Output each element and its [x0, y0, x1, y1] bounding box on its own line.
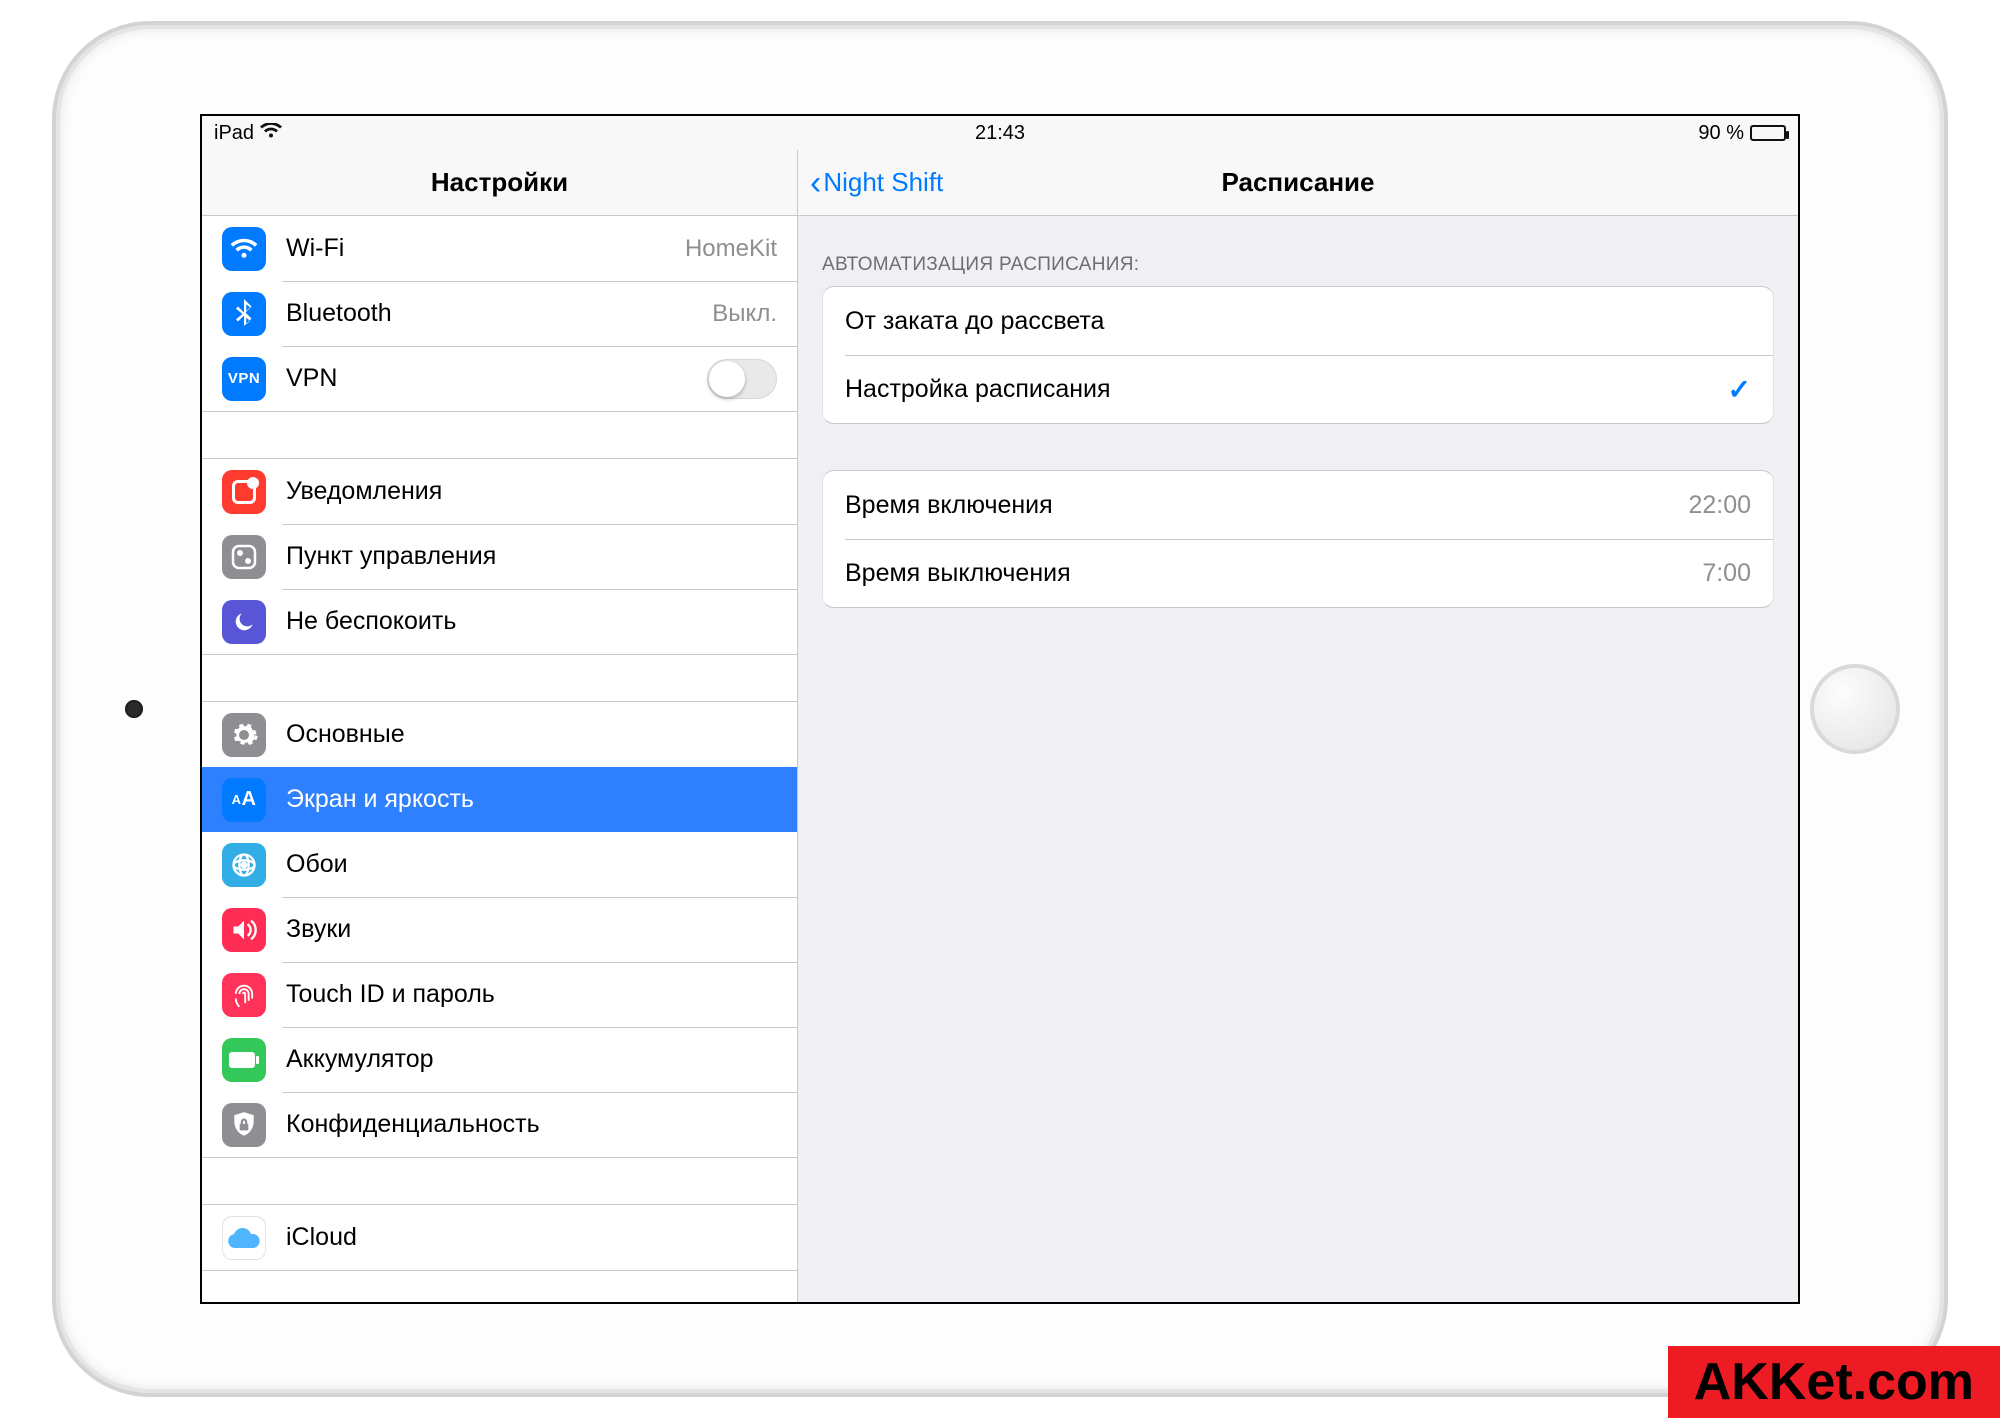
- bluetooth-icon: [222, 292, 266, 336]
- row-value: 22:00: [1688, 491, 1751, 520]
- sidebar-item-value: HomeKit: [685, 235, 777, 263]
- sidebar-item-control-center[interactable]: Пункт управления: [202, 524, 797, 589]
- sidebar-item-general[interactable]: Основные: [202, 702, 797, 767]
- sidebar-item-notifications[interactable]: Уведомления: [202, 459, 797, 524]
- sidebar-item-wifi[interactable]: Wi-Fi HomeKit: [202, 216, 797, 281]
- sidebar-item-icloud[interactable]: iCloud: [202, 1205, 797, 1270]
- chevron-left-icon: ‹: [810, 166, 821, 200]
- sidebar-item-wallpaper[interactable]: Обои: [202, 832, 797, 897]
- battery-icon: [222, 1038, 266, 1082]
- gear-icon: [222, 713, 266, 757]
- sidebar-item-bluetooth[interactable]: Bluetooth Выкл.: [202, 281, 797, 346]
- row-label: Время включения: [845, 491, 1053, 520]
- home-button[interactable]: [1810, 664, 1900, 754]
- section-header-automation: АВТОМАТИЗАЦИЯ РАСПИСАНИЯ:: [798, 216, 1798, 286]
- status-time: 21:43: [975, 122, 1025, 145]
- sidebar-item-value: Выкл.: [712, 300, 777, 328]
- option-sunset-to-sunrise[interactable]: От заката до рассвета: [823, 287, 1773, 355]
- sidebar-item-vpn[interactable]: VPN VPN: [202, 346, 797, 411]
- detail-title: Расписание: [1222, 167, 1375, 198]
- back-button[interactable]: ‹ Night Shift: [798, 166, 943, 200]
- sidebar-item-label: Аккумулятор: [286, 1045, 777, 1074]
- settings-sidebar: Настройки Wi-Fi HomeKit: [202, 150, 798, 1302]
- back-label: Night Shift: [823, 167, 943, 198]
- screen: iPad 21:43 90 % Настройки: [200, 114, 1800, 1304]
- row-turn-on-time[interactable]: Время включения 22:00: [823, 471, 1773, 539]
- sidebar-item-label: Звуки: [286, 915, 777, 944]
- vpn-icon: VPN: [222, 357, 266, 401]
- option-custom-schedule[interactable]: Настройка расписания ✓: [823, 355, 1773, 423]
- detail-pane: ‹ Night Shift Расписание АВТОМАТИЗАЦИЯ Р…: [798, 150, 1798, 1302]
- option-label: Настройка расписания: [845, 375, 1111, 404]
- sidebar-item-label: Конфиденциальность: [286, 1110, 777, 1139]
- schedule-times-group: Время включения 22:00 Время выключения 7…: [822, 470, 1774, 608]
- wallpaper-icon: [222, 843, 266, 887]
- camera-dot: [125, 700, 143, 718]
- moon-icon: [222, 600, 266, 644]
- wifi-icon: [222, 227, 266, 271]
- display-icon: AA: [222, 778, 266, 822]
- sidebar-item-label: Основные: [286, 720, 777, 749]
- vpn-toggle[interactable]: [707, 359, 777, 399]
- sidebar-navbar: Настройки: [202, 150, 797, 216]
- notifications-icon: [222, 470, 266, 514]
- wifi-icon: [260, 122, 282, 145]
- checkmark-icon: ✓: [1728, 373, 1751, 406]
- sidebar-title: Настройки: [431, 167, 568, 198]
- status-battery-text: 90 %: [1698, 122, 1744, 145]
- sidebar-item-label: Не беспокоить: [286, 607, 777, 636]
- sidebar-item-dnd[interactable]: Не беспокоить: [202, 589, 797, 654]
- sidebar-item-label: Wi-Fi: [286, 234, 685, 263]
- sidebar-item-label: VPN: [286, 364, 707, 393]
- status-bar: iPad 21:43 90 %: [202, 116, 1798, 150]
- sidebar-item-label: Обои: [286, 850, 777, 879]
- sidebar-item-battery[interactable]: Аккумулятор: [202, 1027, 797, 1092]
- sidebar-item-label: Уведомления: [286, 477, 777, 506]
- ipad-device-frame: iPad 21:43 90 % Настройки: [60, 29, 1940, 1389]
- sidebar-list[interactable]: Wi-Fi HomeKit Bluetooth Выкл. VPN: [202, 216, 797, 1302]
- sidebar-item-label: Touch ID и пароль: [286, 980, 777, 1009]
- sidebar-item-touchid[interactable]: Touch ID и пароль: [202, 962, 797, 1027]
- sidebar-group-icloud: iCloud: [202, 1204, 797, 1271]
- sidebar-item-label: Экран и яркость: [286, 785, 777, 814]
- control-center-icon: [222, 535, 266, 579]
- status-device-label: iPad: [214, 122, 254, 145]
- sidebar-item-label: Пункт управления: [286, 542, 777, 571]
- sidebar-item-sounds[interactable]: Звуки: [202, 897, 797, 962]
- row-turn-off-time[interactable]: Время выключения 7:00: [823, 539, 1773, 607]
- sidebar-group-alerts: Уведомления Пункт управления: [202, 458, 797, 655]
- sounds-icon: [222, 908, 266, 952]
- sidebar-group-general: Основные AA Экран и яркость: [202, 701, 797, 1158]
- sidebar-item-label: Bluetooth: [286, 299, 712, 328]
- watermark: AKKet.com: [1668, 1346, 2000, 1418]
- sidebar-item-privacy[interactable]: Конфиденциальность: [202, 1092, 797, 1157]
- sidebar-item-display[interactable]: AA Экран и яркость: [202, 767, 797, 832]
- row-value: 7:00: [1702, 559, 1751, 588]
- row-label: Время выключения: [845, 559, 1071, 588]
- icloud-icon: [222, 1216, 266, 1260]
- option-label: От заката до рассвета: [845, 307, 1104, 336]
- schedule-mode-group: От заката до рассвета Настройка расписан…: [822, 286, 1774, 424]
- sidebar-group-connectivity: Wi-Fi HomeKit Bluetooth Выкл. VPN: [202, 216, 797, 412]
- sidebar-item-label: iCloud: [286, 1223, 777, 1252]
- battery-icon: [1750, 125, 1786, 141]
- fingerprint-icon: [222, 973, 266, 1017]
- privacy-icon: [222, 1103, 266, 1147]
- detail-navbar: ‹ Night Shift Расписание: [798, 150, 1798, 216]
